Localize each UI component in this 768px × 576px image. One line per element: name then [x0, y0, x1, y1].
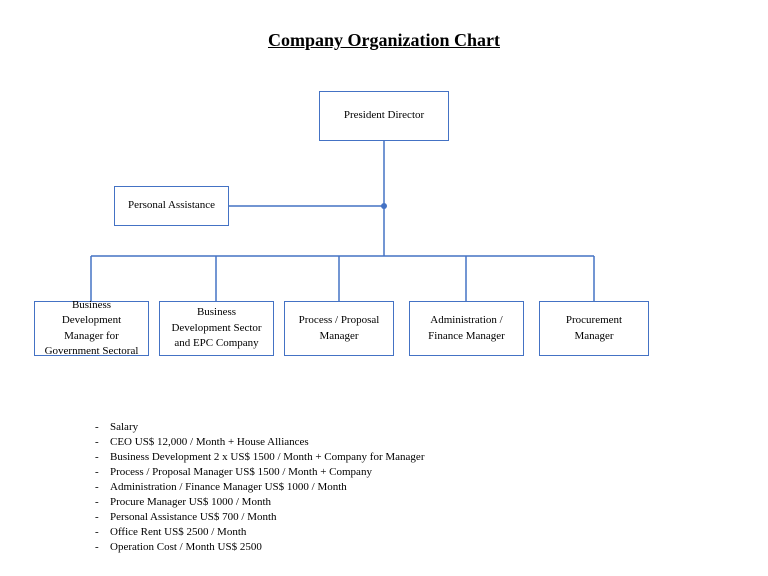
admin-finance-box: Administration / Finance Manager: [409, 301, 524, 356]
salary-item-2: Process / Proposal Manager US$ 1500 / Mo…: [90, 466, 738, 478]
org-chart: President Director Personal Assistance B…: [34, 81, 734, 401]
bd-epc-box: Business Development Sector and EPC Comp…: [159, 301, 274, 356]
procurement-box: Procurement Manager: [539, 301, 649, 356]
personal-assistance-box: Personal Assistance: [114, 186, 229, 226]
salary-item-4: Procure Manager US$ 1000 / Month: [90, 496, 738, 508]
salary-section: Salary CEO US$ 12,000 / Month + House Al…: [30, 421, 738, 553]
salary-list: Salary CEO US$ 12,000 / Month + House Al…: [90, 421, 738, 553]
salary-item-6: Office Rent US$ 2500 / Month: [90, 526, 738, 538]
salary-item-0: CEO US$ 12,000 / Month + House Alliances: [90, 436, 738, 448]
salary-item-1: Business Development 2 x US$ 1500 / Mont…: [90, 451, 738, 463]
bd-gov-box: Business Development Manager for Governm…: [34, 301, 149, 356]
salary-header: Salary: [90, 421, 738, 433]
process-proposal-box: Process / Proposal Manager: [284, 301, 394, 356]
page-title: Company Organization Chart: [30, 30, 738, 51]
salary-item-5: Personal Assistance US$ 700 / Month: [90, 511, 738, 523]
president-director-box: President Director: [319, 91, 449, 141]
salary-item-3: Administration / Finance Manager US$ 100…: [90, 481, 738, 493]
